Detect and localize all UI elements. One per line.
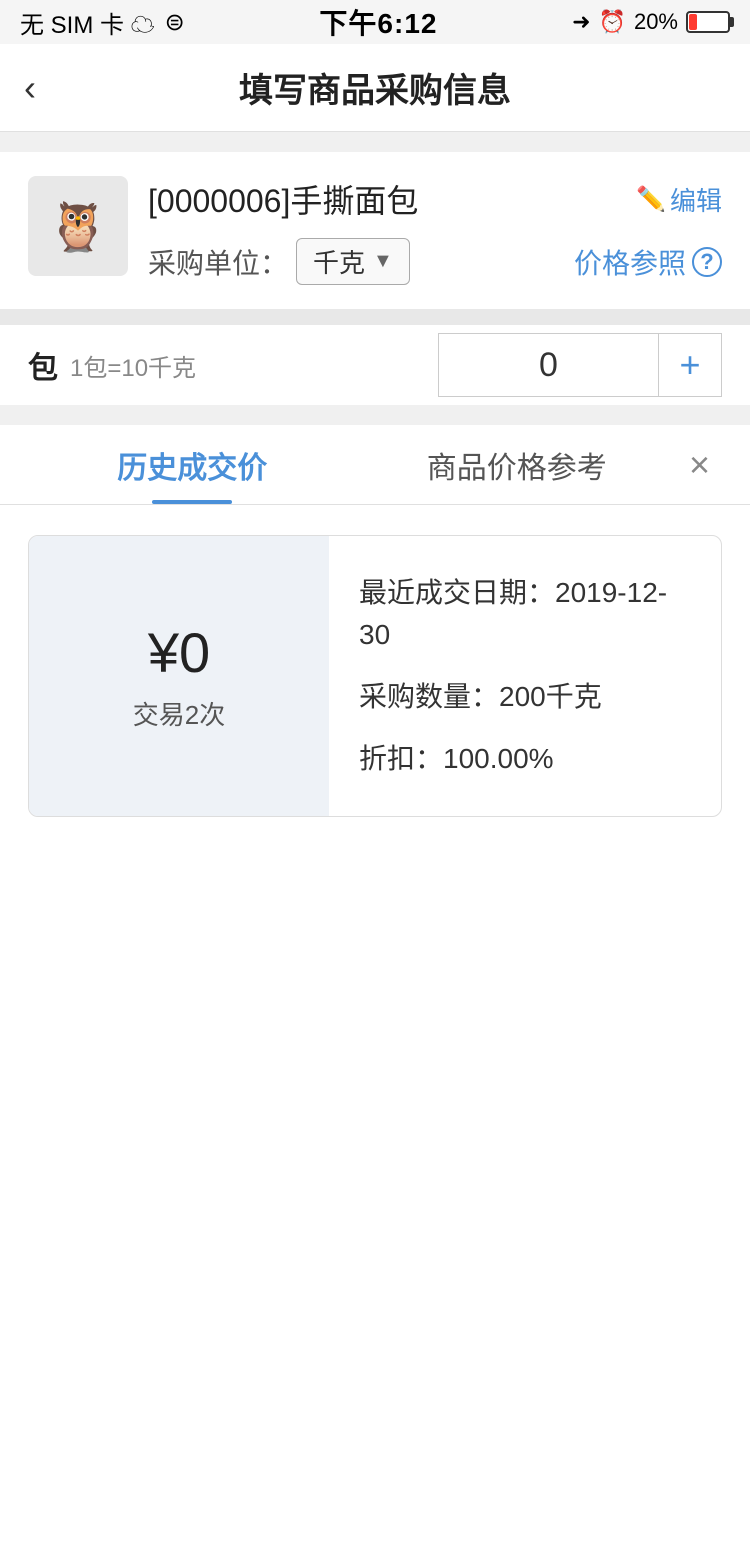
page-title: 填写商品采购信息 [239,63,511,112]
edit-button[interactable]: ✏️ 编辑 [636,181,722,218]
alarm-icon: ⏰ [599,9,626,35]
discount-line: 折扣：100.00% [359,738,691,780]
quantity-input-group: + [438,333,722,397]
tabs-close-button[interactable]: × [679,444,720,486]
quantity-input[interactable] [438,333,658,397]
quantity-value: 200千克 [499,681,602,712]
unit-badge: 包 [28,343,58,387]
back-button[interactable]: ‹ [24,67,36,109]
purchase-quantity-line: 采购数量：200千克 [359,676,691,718]
recent-date-line: 最近成交日期：2019-12-30 [359,572,691,656]
product-thumbnail: 🦉 [28,176,128,276]
history-card: ¥0 交易2次 最近成交日期：2019-12-30 采购数量：200千克 折扣：… [28,535,722,817]
question-circle-icon: ? [692,247,722,277]
content-area: ¥0 交易2次 最近成交日期：2019-12-30 采购数量：200千克 折扣：… [0,505,750,847]
section-divider [0,309,750,325]
product-header: [0000006]手撕面包 ✏️ 编辑 [148,176,722,222]
unit-select[interactable]: 千克 ▼ [296,238,410,285]
product-info: [0000006]手撕面包 ✏️ 编辑 采购单位： 千克 ▼ 价格参照 ? [148,176,722,285]
price-symbol: ¥ [148,621,179,684]
sim-label: 无 SIM 卡 ☁ [20,5,155,40]
status-right: ➜ ⏰ 20% [572,9,730,35]
product-unit-row: 采购单位： 千克 ▼ 价格参照 ? [148,238,722,285]
discount-label: 折扣： [359,743,443,774]
status-left: 无 SIM 卡 ☁ ⊜ [20,5,185,40]
quantity-plus-button[interactable]: + [658,333,722,397]
unit-conversion: 1包=10千克 [70,348,196,383]
price-amount: ¥0 [148,620,210,685]
unit-label: 采购单位： [148,242,288,282]
status-bar: 无 SIM 卡 ☁ ⊜ 下午6:12 ➜ ⏰ 20% [0,0,750,44]
nav-bar: ‹ 填写商品采购信息 [0,44,750,132]
quantity-label: 采购数量： [359,681,499,712]
tab-active-indicator [152,500,232,504]
location-icon: ➜ [572,9,590,35]
edit-icon: ✏️ [636,185,666,214]
battery-percent: 20% [634,9,678,35]
tab-history-label: 历史成交价 [117,443,267,487]
quantity-unit-info: 包 1包=10千克 [28,343,196,387]
unit-value: 千克 [313,243,365,280]
quantity-row: 包 1包=10千克 + [0,325,750,405]
tab-price-ref-label: 商品价格参考 [427,443,607,487]
product-name: [0000006]手撕面包 [148,176,418,222]
status-time: 下午6:12 [319,2,437,42]
wifi-icon: ⊜ [165,8,185,37]
price-value: 0 [179,621,210,684]
product-image-icon: 🦉 [48,198,108,255]
price-ref-label: 价格参照 [574,242,686,282]
tabs-section: 历史成交价 商品价格参考 × ¥0 交易2次 最近成交日期：2019-12-30… [0,425,750,847]
recent-date-label: 最近成交日期： [359,577,555,608]
discount-value: 100.00% [443,743,554,774]
chevron-down-icon: ▼ [373,250,393,273]
card-left: ¥0 交易2次 [29,536,329,816]
card-right: 最近成交日期：2019-12-30 采购数量：200千克 折扣：100.00% [329,536,721,816]
tabs-header: 历史成交价 商品价格参考 × [0,425,750,505]
edit-label: 编辑 [670,181,722,218]
tab-price-reference[interactable]: 商品价格参考 [354,425,678,504]
trade-count: 交易2次 [133,695,225,732]
product-card: 🦉 [0000006]手撕面包 ✏️ 编辑 采购单位： 千克 ▼ 价格参照 ? [0,152,750,309]
price-ref-button[interactable]: 价格参照 ? [574,242,722,282]
tab-history-price[interactable]: 历史成交价 [30,425,354,504]
bottom-space [0,847,750,1547]
battery-icon [686,11,730,33]
